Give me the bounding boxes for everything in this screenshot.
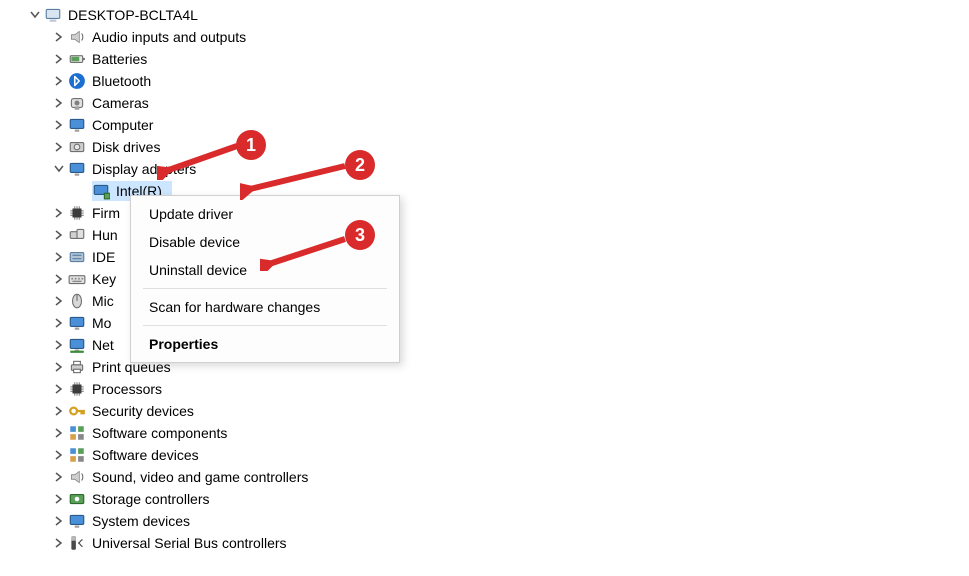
computer-icon bbox=[68, 116, 86, 134]
chevron-right-icon[interactable] bbox=[52, 514, 66, 528]
category-disk[interactable]: Disk drives bbox=[8, 136, 969, 158]
chevron-right-icon[interactable] bbox=[52, 360, 66, 374]
menu-separator bbox=[143, 325, 387, 326]
annotation-arrow-2 bbox=[240, 160, 350, 200]
keyboards-icon bbox=[68, 270, 86, 288]
chevron-right-icon[interactable] bbox=[52, 74, 66, 88]
display-icon bbox=[68, 160, 86, 178]
chevron-right-icon[interactable] bbox=[52, 470, 66, 484]
chevron-right-icon[interactable] bbox=[52, 536, 66, 550]
category-swdev[interactable]: Software devices bbox=[8, 444, 969, 466]
hid-icon bbox=[68, 226, 86, 244]
tree-root[interactable]: DESKTOP-BCLTA4L bbox=[8, 4, 969, 26]
sound-icon bbox=[68, 468, 86, 486]
category-label: Computer bbox=[92, 117, 153, 133]
annotation-badge-3: 3 bbox=[345, 220, 375, 250]
category-storage[interactable]: Storage controllers bbox=[8, 488, 969, 510]
chevron-right-icon[interactable] bbox=[52, 338, 66, 352]
cameras-icon bbox=[68, 94, 86, 112]
chevron-right-icon[interactable] bbox=[52, 96, 66, 110]
category-label: Security devices bbox=[92, 403, 194, 419]
category-bluetooth[interactable]: Bluetooth bbox=[8, 70, 969, 92]
annotation-arrow-1 bbox=[157, 140, 239, 180]
chevron-down-icon[interactable] bbox=[52, 162, 66, 176]
category-label: Cameras bbox=[92, 95, 149, 111]
category-label: Storage controllers bbox=[92, 491, 210, 507]
category-label: Universal Serial Bus controllers bbox=[92, 535, 287, 551]
chevron-right-icon[interactable] bbox=[52, 30, 66, 44]
usb-icon bbox=[68, 534, 86, 552]
chevron-right-icon[interactable] bbox=[52, 426, 66, 440]
monitors-icon bbox=[68, 314, 86, 332]
chevron-right-icon[interactable] bbox=[52, 404, 66, 418]
category-label: Processors bbox=[92, 381, 162, 397]
batteries-icon bbox=[68, 50, 86, 68]
menu-separator bbox=[143, 288, 387, 289]
chevron-right-icon[interactable] bbox=[52, 294, 66, 308]
mice-icon bbox=[68, 292, 86, 310]
category-system[interactable]: System devices bbox=[8, 510, 969, 532]
chevron-right-icon[interactable] bbox=[52, 492, 66, 506]
category-label: Software components bbox=[92, 425, 227, 441]
chevron-down-icon[interactable] bbox=[28, 8, 42, 22]
category-swcomp[interactable]: Software components bbox=[8, 422, 969, 444]
category-label: Key bbox=[92, 271, 116, 287]
firmware-icon bbox=[68, 204, 86, 222]
chevron-right-icon[interactable] bbox=[52, 250, 66, 264]
swdev-icon bbox=[68, 446, 86, 464]
category-security[interactable]: Security devices bbox=[8, 400, 969, 422]
processors-icon bbox=[68, 380, 86, 398]
chevron-right-icon[interactable] bbox=[52, 448, 66, 462]
category-label: Firm bbox=[92, 205, 120, 221]
annotation-badge-2: 2 bbox=[345, 150, 375, 180]
category-label: Hun bbox=[92, 227, 118, 243]
category-label: Net bbox=[92, 337, 114, 353]
bluetooth-icon bbox=[68, 72, 86, 90]
category-usb[interactable]: Universal Serial Bus controllers bbox=[8, 532, 969, 554]
storage-icon bbox=[68, 490, 86, 508]
chevron-right-icon[interactable] bbox=[52, 118, 66, 132]
display-device-icon bbox=[92, 182, 110, 200]
chevron-right-icon[interactable] bbox=[52, 140, 66, 154]
category-cameras[interactable]: Cameras bbox=[8, 92, 969, 114]
category-batteries[interactable]: Batteries bbox=[8, 48, 969, 70]
chevron-right-icon[interactable] bbox=[52, 228, 66, 242]
chevron-right-icon[interactable] bbox=[52, 52, 66, 66]
swcomp-icon bbox=[68, 424, 86, 442]
category-label: Mic bbox=[92, 293, 114, 309]
ide-icon bbox=[68, 248, 86, 266]
category-label: Software devices bbox=[92, 447, 199, 463]
security-icon bbox=[68, 402, 86, 420]
category-display[interactable]: Display adapters bbox=[8, 158, 969, 180]
category-label: Disk drives bbox=[92, 139, 160, 155]
print-icon bbox=[68, 358, 86, 376]
category-sound[interactable]: Sound, video and game controllers bbox=[8, 466, 969, 488]
category-computer[interactable]: Computer bbox=[8, 114, 969, 136]
chevron-right-icon[interactable] bbox=[52, 316, 66, 330]
network-icon bbox=[68, 336, 86, 354]
menu-item[interactable]: Scan for hardware changes bbox=[131, 293, 399, 321]
disk-icon bbox=[68, 138, 86, 156]
chevron-right-icon[interactable] bbox=[52, 272, 66, 286]
system-icon bbox=[68, 512, 86, 530]
category-label: Bluetooth bbox=[92, 73, 151, 89]
category-processors[interactable]: Processors bbox=[8, 378, 969, 400]
category-label: System devices bbox=[92, 513, 190, 529]
category-label: Audio inputs and outputs bbox=[92, 29, 246, 45]
audio-icon bbox=[68, 28, 86, 46]
menu-item[interactable]: Properties bbox=[131, 330, 399, 358]
annotation-arrow-3 bbox=[260, 235, 350, 271]
computer-icon bbox=[44, 6, 62, 24]
chevron-right-icon[interactable] bbox=[52, 382, 66, 396]
category-label: IDE bbox=[92, 249, 115, 265]
annotation-badge-1: 1 bbox=[236, 130, 266, 160]
chevron-right-icon[interactable] bbox=[52, 206, 66, 220]
category-label: Sound, video and game controllers bbox=[92, 469, 308, 485]
category-label: Batteries bbox=[92, 51, 147, 67]
root-label: DESKTOP-BCLTA4L bbox=[68, 7, 198, 23]
category-label: Mo bbox=[92, 315, 111, 331]
category-audio[interactable]: Audio inputs and outputs bbox=[8, 26, 969, 48]
